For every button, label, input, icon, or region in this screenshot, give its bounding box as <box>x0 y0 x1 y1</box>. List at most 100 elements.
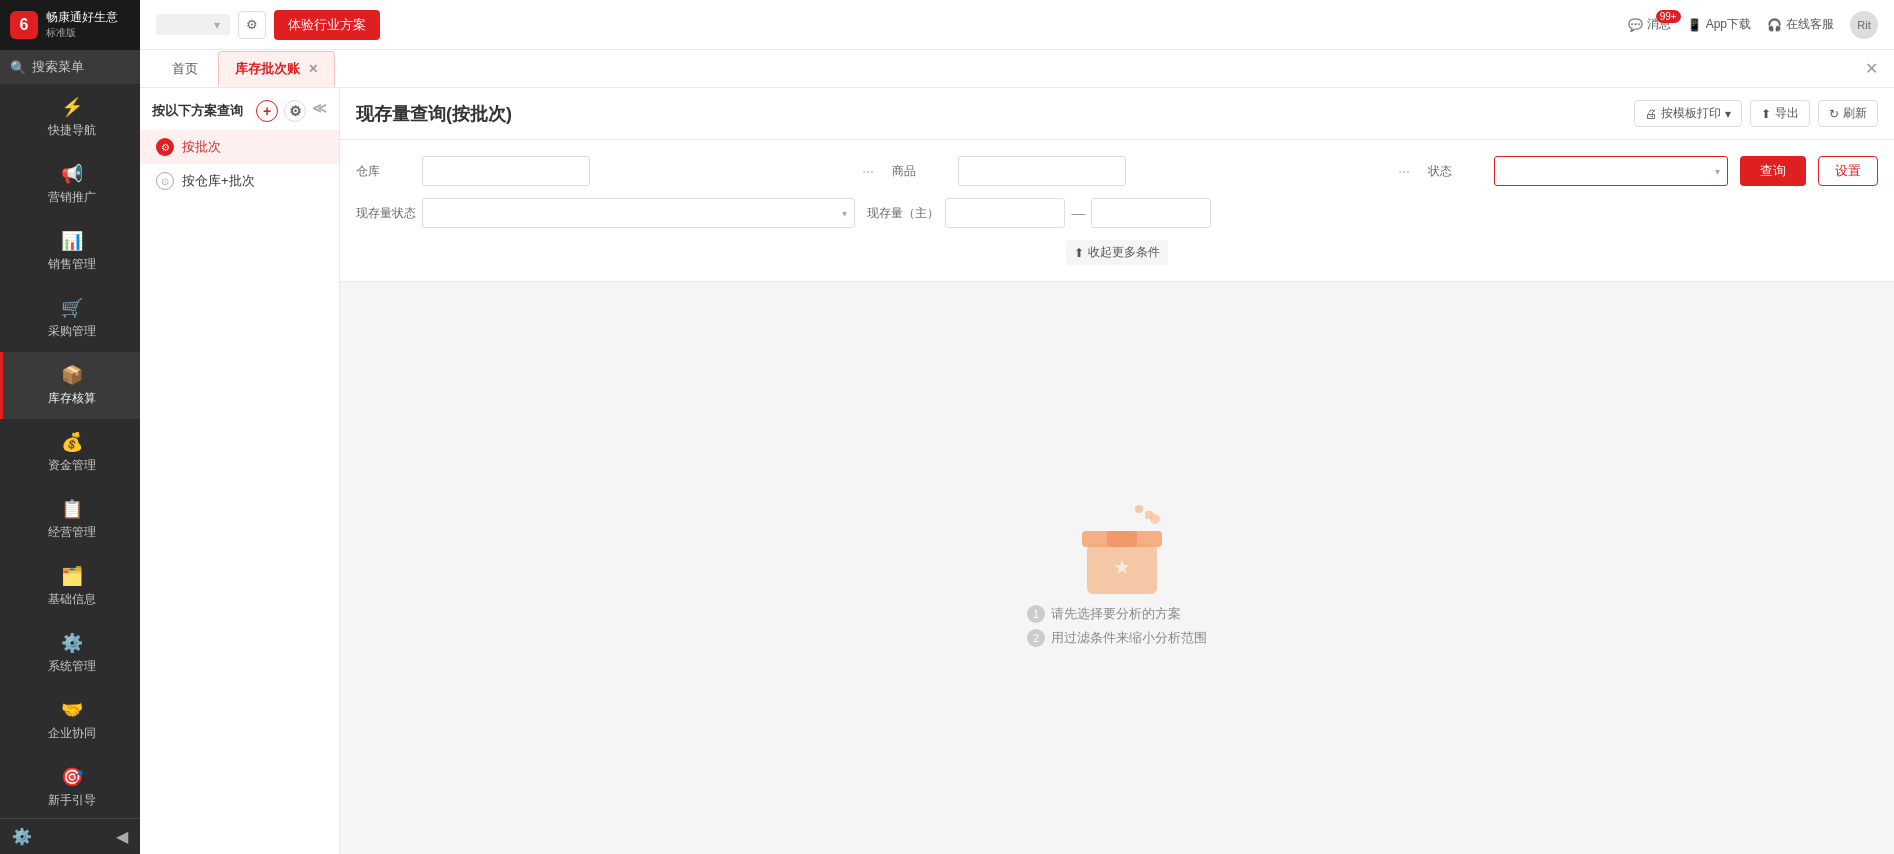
quick-nav-label: 快捷导航 <box>48 122 96 139</box>
sidebar-item-basic[interactable]: 🗂️ 基础信息 <box>0 553 140 620</box>
scheme-dot-filled: ⚙ <box>156 138 174 156</box>
sidebar-item-purchase[interactable]: 🛒 采购管理 <box>0 285 140 352</box>
sidebar-item-quick-nav[interactable]: ⚡ 快捷导航 <box>0 84 140 151</box>
user-avatar: Rit <box>1850 11 1878 39</box>
filter-row-1: 仓库 ··· 商品 ··· 状态 <box>356 156 1878 186</box>
headset-icon: 🎧 <box>1767 18 1782 32</box>
sidebar-item-enterprise[interactable]: 🤝 企业协同 <box>0 687 140 754</box>
tab-inventory-batch[interactable]: 库存批次账 ✕ <box>218 51 335 87</box>
empty-hint-1: 1 请先选择要分析的方案 <box>1027 605 1207 623</box>
refresh-btn[interactable]: ↻ 刷新 <box>1818 100 1878 127</box>
app-download-btn[interactable]: 📱 App下载 <box>1687 16 1751 33</box>
empty-svg: ★ <box>1067 489 1177 599</box>
experience-btn[interactable]: 体验行业方案 <box>274 10 380 40</box>
tab-home-label: 首页 <box>172 60 198 78</box>
marketing-icon: 📢 <box>61 163 83 185</box>
collapse-label: 收起更多条件 <box>1088 244 1160 261</box>
scheme-dot-outline: ⊙ <box>156 172 174 190</box>
add-scheme-btn[interactable]: + <box>256 100 278 122</box>
sidebar-item-operations[interactable]: 📋 经营管理 <box>0 486 140 553</box>
hint-num-1: 1 <box>1027 605 1045 623</box>
sidebar-settings-icon[interactable]: ⚙️ <box>12 827 32 846</box>
tabbar: 首页 库存批次账 ✕ ✕ <box>140 50 1894 88</box>
query-btn[interactable]: 查询 <box>1740 156 1806 186</box>
hint-text-1: 请先选择要分析的方案 <box>1051 605 1181 623</box>
tab-home[interactable]: 首页 <box>156 52 214 86</box>
topbar: ▾ ⚙ 体验行业方案 💬 消息 99+ 📱 App下载 🎧 在线客服 <box>140 0 1894 50</box>
warehouse-input[interactable] <box>422 156 590 186</box>
search-menu-label: 搜索菜单 <box>32 58 84 76</box>
export-btn[interactable]: ⬆ 导出 <box>1750 100 1810 127</box>
empty-illustration: ★ <box>1067 489 1167 589</box>
logo-icon: 6 <box>10 11 38 39</box>
stock-quantity-end-input[interactable] <box>1091 198 1211 228</box>
stock-status-select[interactable] <box>422 198 855 228</box>
svg-text:★: ★ <box>1113 556 1131 578</box>
tabbar-close-btn[interactable]: ✕ <box>1865 59 1878 78</box>
stock-quantity-start-input[interactable] <box>945 198 1065 228</box>
basic-label: 基础信息 <box>48 591 96 608</box>
print-btn[interactable]: 🖨 按模板打印 ▾ <box>1634 100 1742 127</box>
content-area: 按以下方案查询 + ⚙ ≪ ⚙ 按批次 <box>140 88 1894 854</box>
sidebar-item-newguide[interactable]: 🎯 新手引导 <box>0 754 140 818</box>
tab-inventory-batch-label: 库存批次账 <box>235 60 300 78</box>
customer-service-label: 在线客服 <box>1786 16 1834 33</box>
tab-inventory-batch-close[interactable]: ✕ <box>308 62 318 76</box>
collapse-more-btn[interactable]: ⬆ 收起更多条件 <box>1066 240 1168 265</box>
goods-dots-btn[interactable]: ··· <box>1398 163 1410 179</box>
goods-input[interactable] <box>958 156 1126 186</box>
search-menu[interactable]: 🔍 搜索菜单 <box>0 50 140 84</box>
operations-label: 经营管理 <box>48 524 96 541</box>
panel-title: 按以下方案查询 + ⚙ ≪ <box>140 100 339 130</box>
topbar-left: ▾ ⚙ 体验行业方案 <box>156 10 1620 40</box>
filter-row-2: 现存量状态 ▾ 现存量（主） — <box>356 198 1878 228</box>
phone-icon: 📱 <box>1687 18 1702 32</box>
operations-icon: 📋 <box>61 498 83 520</box>
print-icon: 🖨 <box>1645 107 1657 121</box>
export-icon: ⬆ <box>1761 107 1771 121</box>
hint-text-2: 用过滤条件来缩小分析范围 <box>1051 629 1207 647</box>
sales-label: 销售管理 <box>48 256 96 273</box>
user-profile-btn[interactable]: Rit <box>1850 11 1878 39</box>
plus-icon: + <box>263 103 271 119</box>
refresh-label: 刷新 <box>1843 105 1867 122</box>
enterprise-icon: 🤝 <box>61 699 83 721</box>
right-content: 现存量查询(按批次) 🖨 按模板打印 ▾ ⬆ 导出 ↻ 刷新 <box>340 88 1894 854</box>
logo-text-block: 畅康通好生意 标准版 <box>46 10 118 40</box>
app-name: 畅康通好生意 <box>46 10 118 26</box>
warehouse-dots-btn[interactable]: ··· <box>862 163 874 179</box>
settings-scheme-btn[interactable]: ⚙ <box>284 100 306 122</box>
messages-btn[interactable]: 💬 消息 99+ <box>1628 16 1671 33</box>
sidebar-collapse-icon[interactable]: ◀ <box>116 827 128 846</box>
system-label: 系统管理 <box>48 658 96 675</box>
scheme-by-batch[interactable]: ⚙ 按批次 <box>140 130 339 164</box>
system-icon: ⚙️ <box>61 632 83 654</box>
scheme-by-warehouse-batch[interactable]: ⊙ 按仓库+批次 <box>140 164 339 198</box>
page-header-actions: 🖨 按模板打印 ▾ ⬆ 导出 ↻ 刷新 <box>1634 100 1878 127</box>
panel-collapse-btn[interactable]: ≪ <box>312 100 327 122</box>
inventory-label: 库存核算 <box>48 390 96 407</box>
settings-btn[interactable]: 设置 <box>1818 156 1878 186</box>
chevron-up-icon: ⬆ <box>1074 246 1084 260</box>
sidebar-item-sales[interactable]: 📊 销售管理 <box>0 218 140 285</box>
marketing-label: 营销推广 <box>48 189 96 206</box>
sidebar-item-system[interactable]: ⚙️ 系统管理 <box>0 620 140 687</box>
scheme-by-warehouse-batch-label: 按仓库+批次 <box>182 172 255 190</box>
topbar-settings-btn[interactable]: ⚙ <box>238 11 266 39</box>
sidebar-bottom: ⚙️ ◀ <box>0 818 140 854</box>
settings-icon: ⚙ <box>246 17 258 32</box>
purchase-label: 采购管理 <box>48 323 96 340</box>
sidebar-item-inventory[interactable]: 📦 库存核算 <box>0 352 140 419</box>
newguide-icon: 🎯 <box>61 766 83 788</box>
sidebar-item-finance[interactable]: 💰 资金管理 <box>0 419 140 486</box>
status-select-wrap: ▾ <box>1494 156 1728 186</box>
warehouse-label: 仓库 <box>356 163 416 180</box>
status-select[interactable] <box>1494 156 1728 186</box>
print-dropdown-icon: ▾ <box>1725 107 1731 121</box>
customer-service-btn[interactable]: 🎧 在线客服 <box>1767 16 1834 33</box>
goods-input-wrap: ··· <box>958 156 1416 186</box>
export-label: 导出 <box>1775 105 1799 122</box>
breadcrumb-dropdown-icon[interactable]: ▾ <box>214 18 220 32</box>
sidebar-item-marketing[interactable]: 📢 营销推广 <box>0 151 140 218</box>
finance-label: 资金管理 <box>48 457 96 474</box>
